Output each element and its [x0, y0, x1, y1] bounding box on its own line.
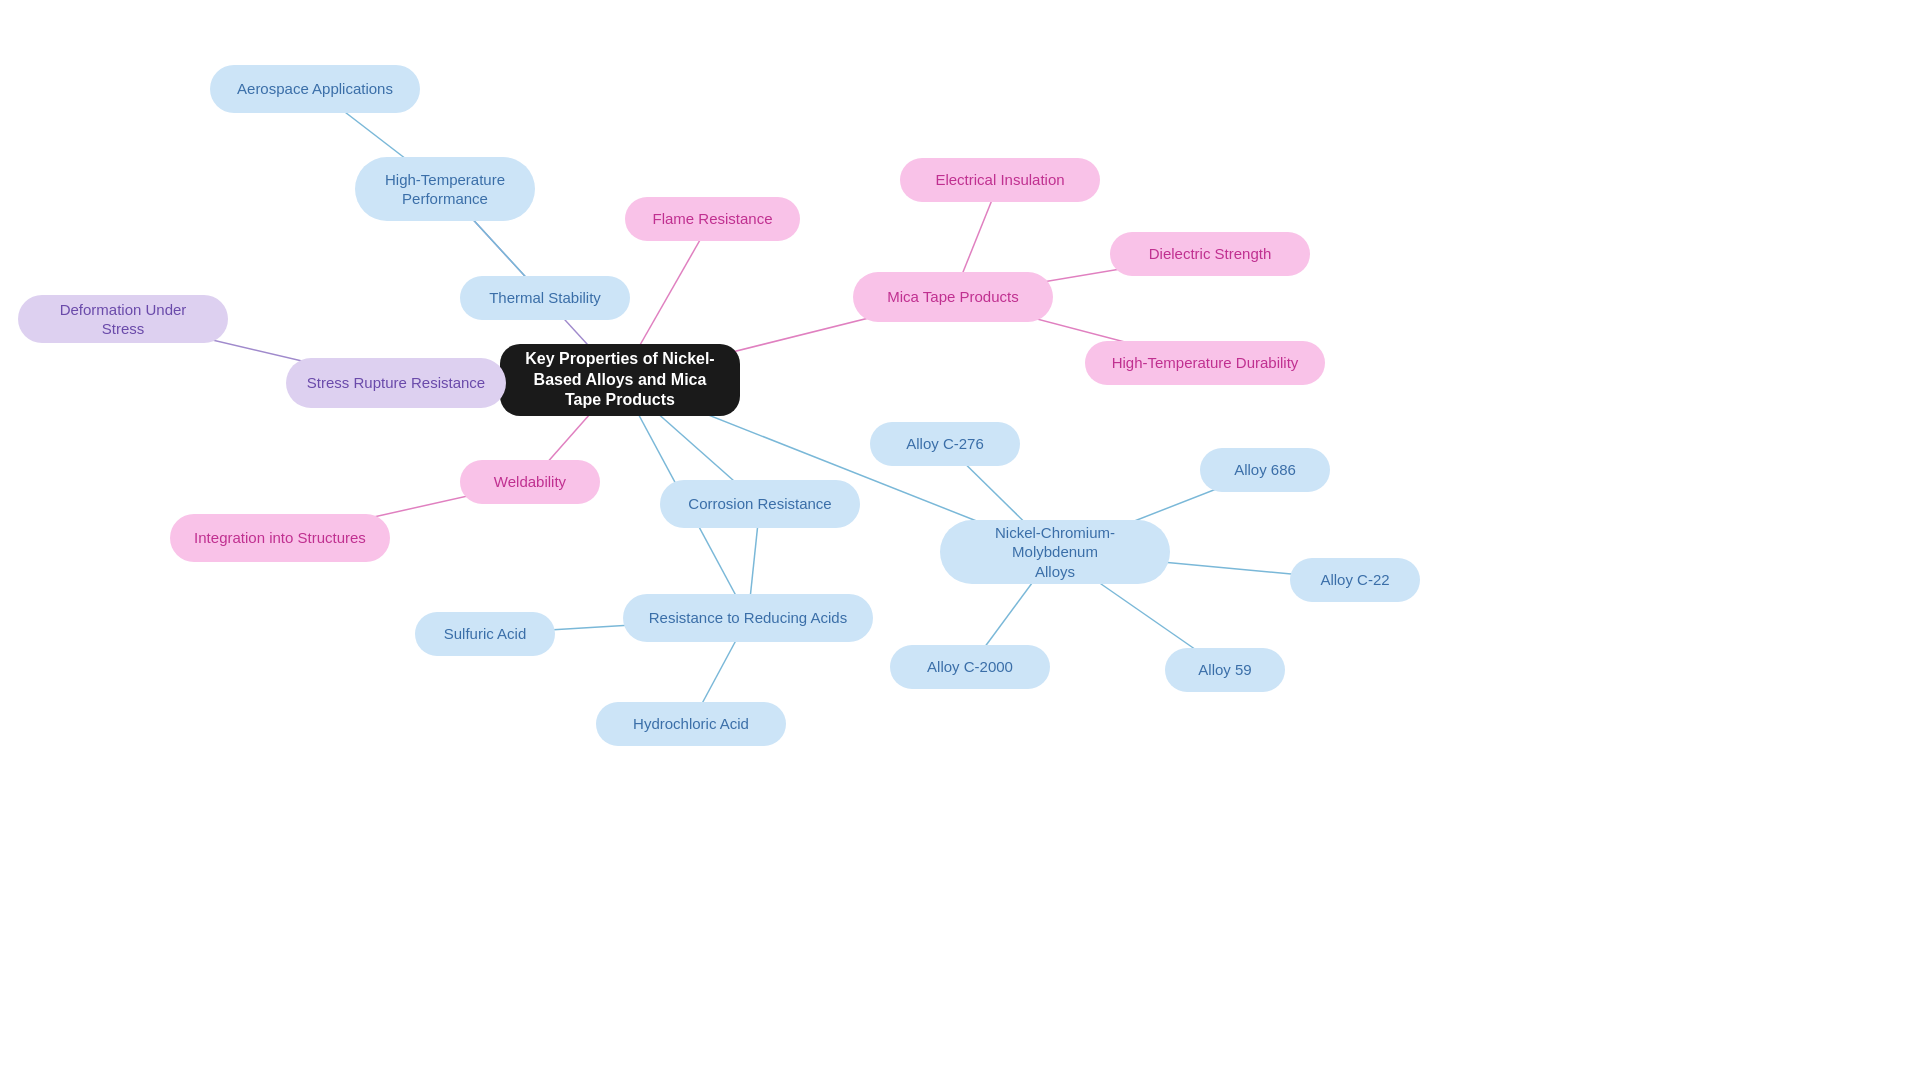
node-weldability: Weldability — [460, 460, 600, 504]
node-mica-tape: Mica Tape Products — [853, 272, 1053, 322]
node-electrical-insulation: Electrical Insulation — [900, 158, 1100, 202]
node-alloy-686: Alloy 686 — [1200, 448, 1330, 492]
node-alloy-c276: Alloy C-276 — [870, 422, 1020, 466]
node-aerospace: Aerospace Applications — [210, 65, 420, 113]
node-nickel-chromium: Nickel-Chromium-MolybdenumAlloys — [940, 520, 1170, 584]
node-high-temp-durability: High-Temperature Durability — [1085, 341, 1325, 385]
node-sulfuric-acid: Sulfuric Acid — [415, 612, 555, 656]
node-alloy-c22: Alloy C-22 — [1290, 558, 1420, 602]
node-hydrochloric-acid: Hydrochloric Acid — [596, 702, 786, 746]
center-node: Key Properties of Nickel-Based Alloys an… — [500, 344, 740, 416]
node-alloy-59: Alloy 59 — [1165, 648, 1285, 692]
node-integration: Integration into Structures — [170, 514, 390, 562]
node-stress-rupture: Stress Rupture Resistance — [286, 358, 506, 408]
node-resistance-reducing-acids: Resistance to Reducing Acids — [623, 594, 873, 642]
node-deformation: Deformation Under Stress — [18, 295, 228, 343]
node-dielectric-strength: Dielectric Strength — [1110, 232, 1310, 276]
node-high-temp-performance: High-TemperaturePerformance — [355, 157, 535, 221]
node-corrosion-resistance: Corrosion Resistance — [660, 480, 860, 528]
node-alloy-c2000: Alloy C-2000 — [890, 645, 1050, 689]
node-thermal-stability: Thermal Stability — [460, 276, 630, 320]
node-flame-resistance: Flame Resistance — [625, 197, 800, 241]
